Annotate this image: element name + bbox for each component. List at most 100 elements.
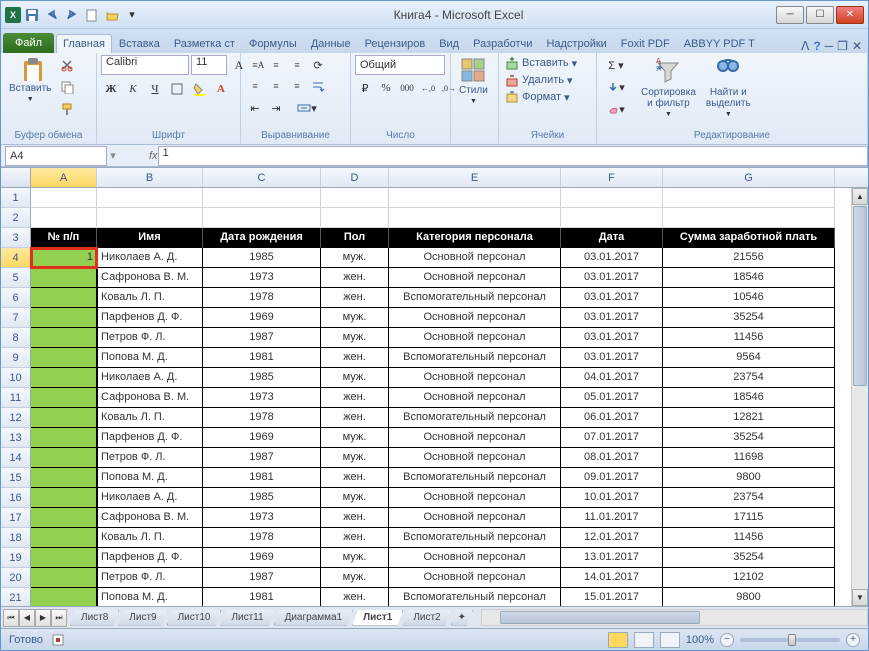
cell[interactable] — [31, 208, 97, 228]
vertical-scrollbar[interactable]: ▲ ▼ — [851, 188, 868, 606]
cell-name[interactable]: Попова М. Д. — [97, 588, 203, 606]
cell[interactable] — [389, 208, 561, 228]
cell-category[interactable]: Основной персонал — [389, 328, 561, 348]
cell-sum[interactable]: 18546 — [663, 388, 835, 408]
cell[interactable] — [203, 208, 321, 228]
cell-date[interactable]: 03.01.2017 — [561, 348, 663, 368]
cell-sex[interactable]: муж. — [321, 428, 389, 448]
cell-num[interactable] — [31, 388, 97, 408]
cell-date[interactable]: 12.01.2017 — [561, 528, 663, 548]
cell-sex[interactable]: жен. — [321, 588, 389, 606]
cell-num[interactable] — [31, 568, 97, 588]
delete-cells-button[interactable]: Удалить ▾ — [503, 72, 575, 88]
table-header[interactable]: Сумма заработной плать — [663, 228, 835, 248]
cell-sum[interactable]: 12821 — [663, 408, 835, 428]
last-sheet-icon[interactable]: ⏭ — [51, 609, 67, 627]
format-cells-button[interactable]: Формат ▾ — [503, 89, 572, 105]
ribbon-tab[interactable]: Вставка — [112, 34, 167, 53]
cell-sex[interactable]: муж. — [321, 548, 389, 568]
cell-name[interactable]: Парфенов Д. Ф. — [97, 428, 203, 448]
align-left-icon[interactable]: ≡ — [245, 76, 265, 96]
cell-name[interactable]: Петров Ф. Л. — [97, 568, 203, 588]
paste-button[interactable]: Вставить ▼ — [5, 55, 55, 105]
row-header[interactable]: 7 — [1, 308, 31, 328]
row-header[interactable]: 11 — [1, 388, 31, 408]
cell-date[interactable]: 15.01.2017 — [561, 588, 663, 606]
ribbon-tab[interactable]: Разработчи — [466, 34, 539, 53]
cell-date[interactable]: 08.01.2017 — [561, 448, 663, 468]
format-painter-icon[interactable] — [57, 99, 77, 119]
row-header[interactable]: 9 — [1, 348, 31, 368]
cell-category[interactable]: Основной персонал — [389, 308, 561, 328]
cell-birth[interactable]: 1987 — [203, 568, 321, 588]
new-sheet-icon[interactable]: ✦ — [451, 610, 473, 626]
ribbon-tab[interactable]: Формулы — [242, 34, 304, 53]
ribbon-tab[interactable]: Надстройки — [539, 34, 613, 53]
cell-category[interactable]: Основной персонал — [389, 428, 561, 448]
cell-sex[interactable]: муж. — [321, 488, 389, 508]
cell-name[interactable]: Коваль Л. П. — [97, 528, 203, 548]
cell-name[interactable]: Попова М. Д. — [97, 348, 203, 368]
cell-sum[interactable]: 10546 — [663, 288, 835, 308]
cell-birth[interactable]: 1985 — [203, 488, 321, 508]
cell-name[interactable]: Сафронова В. М. — [97, 508, 203, 528]
insert-cells-button[interactable]: Вставить ▾ — [503, 55, 579, 71]
cell-sum[interactable]: 11456 — [663, 528, 835, 548]
table-header[interactable]: № п/п — [31, 228, 97, 248]
cell-sex[interactable]: жен. — [321, 348, 389, 368]
cell-birth[interactable]: 1969 — [203, 428, 321, 448]
cell-category[interactable]: Основной персонал — [389, 508, 561, 528]
row-header[interactable]: 21 — [1, 588, 31, 606]
cell-num[interactable] — [31, 428, 97, 448]
cell-sex[interactable]: жен. — [321, 388, 389, 408]
ribbon-tab[interactable]: Foxit PDF — [614, 34, 677, 53]
row-header[interactable]: 3 — [1, 228, 31, 248]
first-sheet-icon[interactable]: ⏮ — [3, 609, 19, 627]
cell-sex[interactable]: жен. — [321, 528, 389, 548]
cell-sex[interactable]: жен. — [321, 468, 389, 488]
cell-birth[interactable]: 1981 — [203, 588, 321, 606]
cell-sex[interactable]: муж. — [321, 328, 389, 348]
row-header[interactable]: 2 — [1, 208, 31, 228]
align-bot-icon[interactable]: ≡ — [287, 55, 307, 75]
table-header[interactable]: Пол — [321, 228, 389, 248]
sheet-tab[interactable]: Лист9 — [118, 610, 167, 626]
prev-sheet-icon[interactable]: ◀ — [19, 609, 35, 627]
italic-button[interactable]: К — [123, 79, 143, 99]
inc-indent-icon[interactable]: ⇥ — [266, 98, 286, 118]
ribbon-tab[interactable]: Разметка ст — [167, 34, 242, 53]
cell-num[interactable] — [31, 408, 97, 428]
sheet-tab[interactable]: Лист10 — [167, 610, 222, 626]
next-sheet-icon[interactable]: ▶ — [35, 609, 51, 627]
cell-category[interactable]: Основной персонал — [389, 568, 561, 588]
cell-name[interactable]: Петров Ф. Л. — [97, 448, 203, 468]
sheet-tab[interactable]: Лист1 — [352, 610, 403, 626]
cell-sum[interactable]: 12102 — [663, 568, 835, 588]
row-header[interactable]: 14 — [1, 448, 31, 468]
cell-num[interactable] — [31, 288, 97, 308]
cell-birth[interactable]: 1969 — [203, 308, 321, 328]
row-header[interactable]: 5 — [1, 268, 31, 288]
fx-icon[interactable]: fx — [149, 150, 158, 162]
align-right-icon[interactable]: ≡ — [287, 76, 307, 96]
row-header[interactable]: 15 — [1, 468, 31, 488]
table-header[interactable]: Дата рождения — [203, 228, 321, 248]
underline-button[interactable]: Ч — [145, 79, 165, 99]
cell-birth[interactable]: 1978 — [203, 288, 321, 308]
cell-sum[interactable]: 11456 — [663, 328, 835, 348]
save-icon[interactable] — [23, 6, 41, 24]
cell-num[interactable] — [31, 548, 97, 568]
file-tab[interactable]: Файл — [3, 33, 54, 53]
dec-indent-icon[interactable]: ⇤ — [245, 98, 265, 118]
column-header[interactable]: A — [31, 168, 97, 187]
cell-sex[interactable]: жен. — [321, 508, 389, 528]
new-icon[interactable] — [83, 6, 101, 24]
cell-num[interactable] — [31, 488, 97, 508]
cell-date[interactable]: 09.01.2017 — [561, 468, 663, 488]
table-header[interactable]: Категория персонала — [389, 228, 561, 248]
cell-name[interactable]: Парфенов Д. Ф. — [97, 548, 203, 568]
sort-filter-button[interactable]: АЯ Сортировка и фильтр▼ — [637, 55, 700, 120]
cell-category[interactable]: Основной персонал — [389, 548, 561, 568]
cell[interactable] — [389, 188, 561, 208]
scroll-up-icon[interactable]: ▲ — [852, 188, 868, 205]
